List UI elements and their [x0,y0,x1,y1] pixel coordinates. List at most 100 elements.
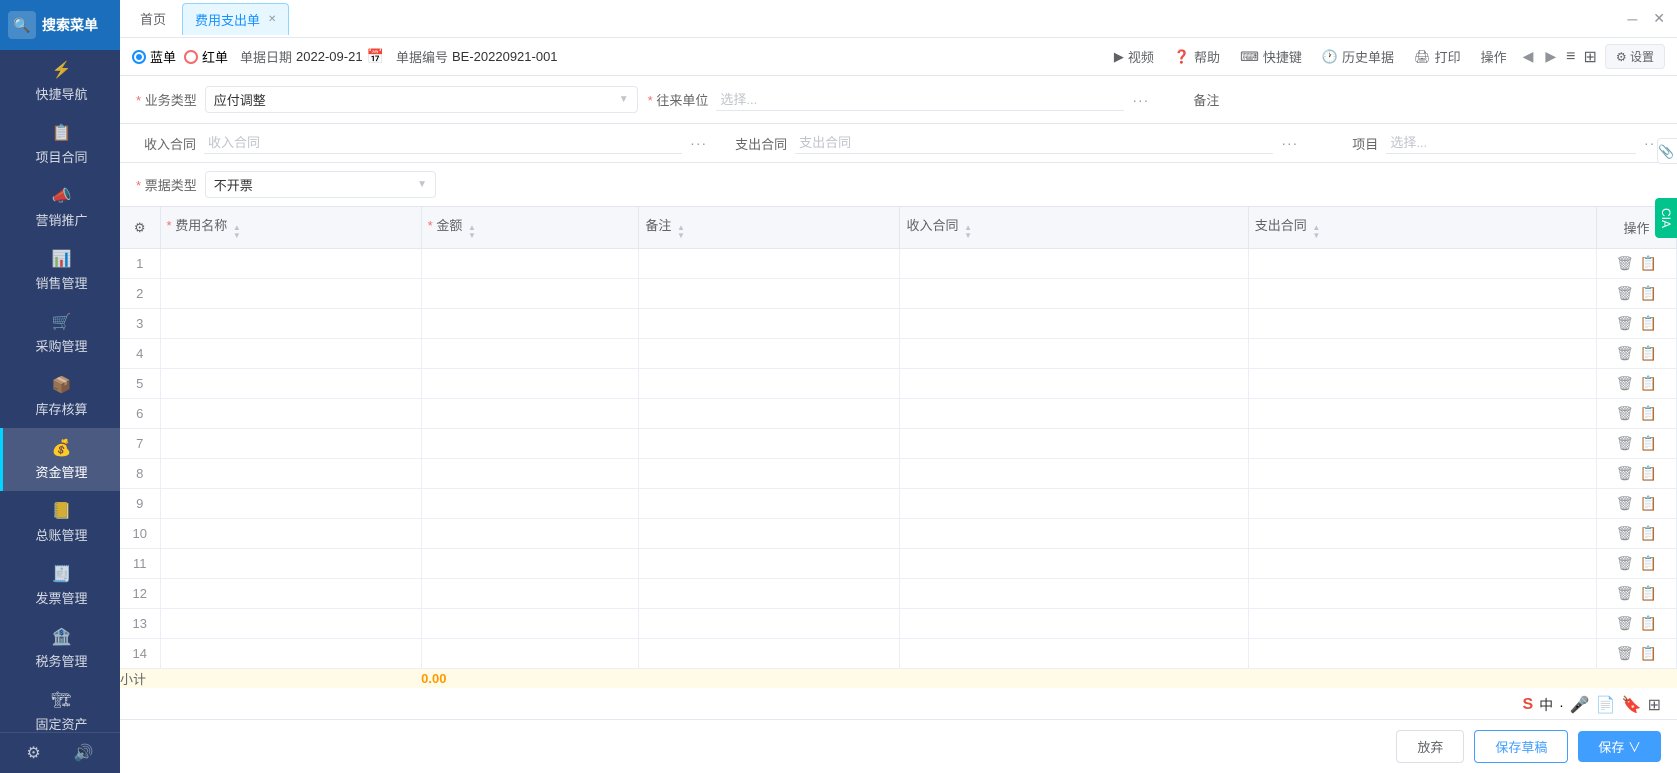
expense-name-cell-6[interactable] [160,399,421,429]
expense-name-cell-11[interactable] [160,549,421,579]
window-min-icon[interactable]: ─ [1623,9,1641,29]
settings-icon[interactable]: ⚙ [26,743,40,763]
number-value[interactable]: BE-20220921-001 [452,49,558,64]
grid-view-icon[interactable]: ⊞ [1584,47,1597,67]
delete-icon-7[interactable]: 🗑 [1616,435,1634,452]
income-contract-cell-11[interactable] [900,549,1248,579]
sidebar-item-capital[interactable]: 💰资金管理 [0,428,120,491]
sidebar-item-sales[interactable]: 📊销售管理 [0,239,120,302]
income-contract-cell-2[interactable] [900,279,1248,309]
expense-contract-cell-14[interactable] [1248,639,1596,669]
expense-contract-cell-4[interactable] [1248,339,1596,369]
grid-icon[interactable]: ⊞ [1648,695,1661,715]
amount-cell-3[interactable] [421,309,639,339]
expense-contract-cell-1[interactable] [1248,249,1596,279]
sidebar-item-purchase[interactable]: 🛒采购管理 [0,302,120,365]
delete-icon-11[interactable]: 🗑 [1616,555,1634,572]
business-type-select[interactable]: 应付调整 ▼ [205,86,638,113]
note-cell-6[interactable] [639,399,900,429]
copy-icon-6[interactable]: 📋 [1640,405,1657,422]
amount-cell-1[interactable] [421,249,639,279]
income-contract-cell-6[interactable] [900,399,1248,429]
expense-name-cell-5[interactable] [160,369,421,399]
col-expense-name[interactable]: * 费用名称 ▲ ▼ [160,207,421,249]
sidebar-header[interactable]: 🔍 搜索菜单 [0,0,120,50]
copy-icon-8[interactable]: 📋 [1640,465,1657,482]
expense-name-cell-9[interactable] [160,489,421,519]
window-close-icon[interactable]: ✕ [1649,8,1669,29]
expense-contract-cell-2[interactable] [1248,279,1596,309]
copy-icon-11[interactable]: 📋 [1640,555,1657,572]
list-view-icon[interactable]: ≡ [1566,48,1575,66]
note-cell-12[interactable] [639,579,900,609]
sidebar-item-tax[interactable]: 🏦税务管理 [0,617,120,680]
calendar-icon[interactable]: 📅 [367,48,384,65]
delete-icon-5[interactable]: 🗑 [1616,375,1634,392]
expense-contract-cell-11[interactable] [1248,549,1596,579]
amount-cell-14[interactable] [421,639,639,669]
expense-contract-cell-6[interactable] [1248,399,1596,429]
copy-icon-1[interactable]: 📋 [1640,255,1657,272]
note-cell-1[interactable] [639,249,900,279]
amount-cell-13[interactable] [421,609,639,639]
delete-icon-2[interactable]: 🗑 [1616,285,1634,302]
sidebar-item-fixed-assets[interactable]: 🏗固定资产 [0,680,120,732]
sidebar-item-project-contract[interactable]: 📋项目合同 [0,113,120,176]
income-contract-cell-9[interactable] [900,489,1248,519]
copy-icon-4[interactable]: 📋 [1640,345,1657,362]
counterpart-dots-btn[interactable]: ··· [1132,92,1149,108]
invoice-type-select[interactable]: 不开票 ▼ [205,171,436,198]
sidebar-item-invoice[interactable]: 🧾发票管理 [0,554,120,617]
expense-name-cell-13[interactable] [160,609,421,639]
counterpart-input[interactable] [716,89,1124,111]
expense-name-cell-1[interactable] [160,249,421,279]
note-cell-2[interactable] [639,279,900,309]
sidebar-item-quick-nav[interactable]: ⚡快捷导航 [0,50,120,113]
col-expense-contract[interactable]: 支出合同 ▲ ▼ [1248,207,1596,249]
expense-contract-cell-3[interactable] [1248,309,1596,339]
income-contract-cell-5[interactable] [900,369,1248,399]
video-btn[interactable]: ▶ 视频 [1108,45,1160,68]
income-contract-cell-3[interactable] [900,309,1248,339]
green-side-tab[interactable]: CIA [1655,198,1677,238]
amount-cell-12[interactable] [421,579,639,609]
print-btn[interactable]: 🖨 打印 [1408,45,1467,68]
attachment-icon[interactable]: 📎 [1660,143,1675,159]
amount-cell-8[interactable] [421,459,639,489]
delete-icon-6[interactable]: 🗑 [1616,405,1634,422]
delete-icon-13[interactable]: 🗑 [1616,615,1634,632]
income-contract-cell-12[interactable] [900,579,1248,609]
income-contract-cell-14[interactable] [900,639,1248,669]
expense-contract-dots-btn[interactable]: ··· [1281,135,1298,151]
date-value[interactable]: 2022-09-21 [296,49,363,64]
income-contract-input[interactable] [204,132,682,154]
radio-red[interactable]: 红单 [184,47,228,66]
amount-cell-7[interactable] [421,429,639,459]
project-input[interactable] [1386,132,1636,154]
radio-blue[interactable]: 蓝单 [132,47,176,66]
mic-icon[interactable]: 🎤 [1570,695,1590,715]
expense-contract-cell-8[interactable] [1248,459,1596,489]
delete-icon-3[interactable]: 🗑 [1616,315,1634,332]
operate-btn[interactable]: 操作 [1475,45,1513,68]
note-cell-14[interactable] [639,639,900,669]
col-settings[interactable]: ⚙ [120,207,160,249]
shortcut-btn[interactable]: ⌨ 快捷键 [1234,45,1308,68]
copy-icon-7[interactable]: 📋 [1640,435,1657,452]
bookmark-icon[interactable]: 🔖 [1622,695,1642,715]
copy-icon-14[interactable]: 📋 [1640,645,1657,662]
nav-left-icon[interactable]: ◀ [1521,48,1536,65]
speaker-icon[interactable]: 🔊 [74,743,94,763]
amount-cell-9[interactable] [421,489,639,519]
expense-contract-cell-5[interactable] [1248,369,1596,399]
delete-icon-12[interactable]: 🗑 [1616,585,1634,602]
note-cell-4[interactable] [639,339,900,369]
tab-close-icon[interactable]: ✕ [268,14,276,25]
save-draft-button[interactable]: 保存草稿 [1474,730,1568,763]
expense-name-cell-7[interactable] [160,429,421,459]
delete-icon-10[interactable]: 🗑 [1616,525,1634,542]
note-cell-7[interactable] [639,429,900,459]
expense-name-cell-14[interactable] [160,639,421,669]
expense-contract-cell-12[interactable] [1248,579,1596,609]
copy-icon-13[interactable]: 📋 [1640,615,1657,632]
